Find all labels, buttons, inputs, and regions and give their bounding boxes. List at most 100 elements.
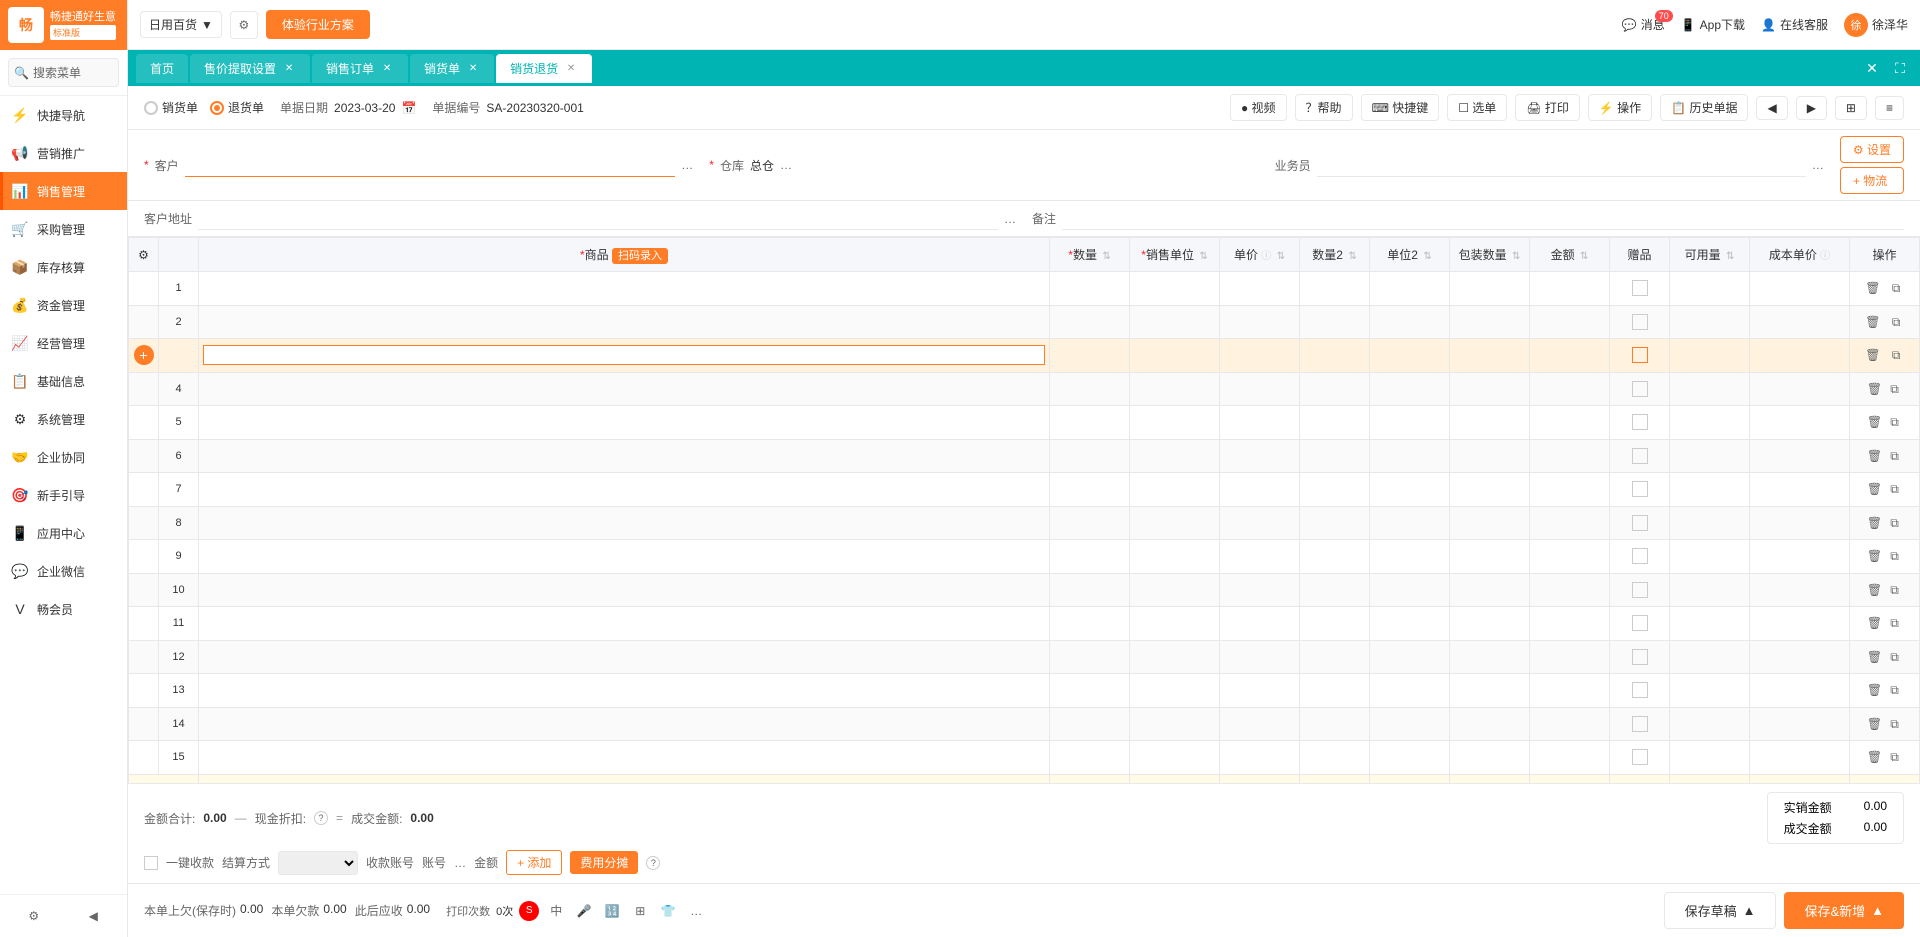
row-delete-btn[interactable]: 🗑 [1865,412,1885,432]
gift-checkbox[interactable] [1632,749,1648,765]
sidebar-item-purchase[interactable]: 🛒 采购管理 [0,210,127,248]
gift-checkbox[interactable] [1632,649,1648,665]
row-copy-btn[interactable]: ⧉ [1885,614,1905,634]
action-btn[interactable]: ⚡ 操作 [1588,94,1652,121]
list-view-btn[interactable]: ≡ [1875,96,1904,120]
row-qty2-cell[interactable] [1300,272,1370,306]
row-delete-btn[interactable]: 🗑 [1865,680,1885,700]
sidebar-item-wechat[interactable]: 💬 企业微信 [0,552,127,590]
row-pack-cell[interactable] [1450,339,1530,373]
row-add-button[interactable]: + [134,345,154,365]
row-copy-btn[interactable]: ⧉ [1885,513,1905,533]
gift-checkbox[interactable] [1632,381,1648,397]
row-copy-btn[interactable]: ⧉ [1885,413,1905,433]
tab-price-settings-close[interactable]: ✕ [282,61,296,75]
row-product-cell[interactable] [199,272,1050,306]
salesperson-input[interactable] [1317,154,1806,177]
row-cost-cell[interactable] [1750,272,1850,306]
topbar-settings-btn[interactable]: ⚙ [230,11,258,39]
row-copy-btn[interactable]: ⧉ [1886,279,1906,299]
row-price-cell[interactable] [1220,339,1300,373]
row-amount-cell[interactable] [1530,305,1610,339]
row-delete-btn[interactable]: 🗑 [1865,747,1885,767]
row-price-cell[interactable] [1220,305,1300,339]
video-btn[interactable]: ● 视频 [1230,94,1287,121]
row-pack-cell[interactable] [1450,272,1530,306]
row-qty-cell[interactable] [1050,339,1130,373]
search-menu-button[interactable]: 🔍 搜索菜单 [8,58,119,87]
row-copy-btn[interactable]: ⧉ [1885,446,1905,466]
row-copy-btn[interactable]: ⧉ [1886,312,1906,332]
address-input[interactable] [198,207,998,230]
row-avail-cell[interactable] [1670,339,1750,373]
row-qty-cell[interactable] [1050,305,1130,339]
gift-checkbox[interactable] [1632,716,1648,732]
gift-checkbox[interactable] [1632,448,1648,464]
company-dropdown[interactable]: 日用百货 ▼ [140,11,222,38]
row-price-cell[interactable] [1220,272,1300,306]
row-copy-btn[interactable]: ⧉ [1885,647,1905,667]
row-delete-btn[interactable]: 🗑 [1863,345,1883,365]
logistics-side-btn[interactable]: + 物流 [1840,167,1904,194]
gift-checkbox-active[interactable] [1632,347,1648,363]
sidebar-item-finance[interactable]: 💰 资金管理 [0,286,127,324]
trial-button[interactable]: 体验行业方案 [266,10,370,39]
tab-sales-return-close[interactable]: ✕ [564,61,578,75]
row-unit2-cell[interactable] [1370,339,1450,373]
tab-price-settings[interactable]: 售价提取设置 ✕ [190,54,310,83]
add-payment-btn[interactable]: + 添加 [506,850,562,875]
sidebar-item-basic[interactable]: 📋 基础信息 [0,362,127,400]
warehouse-dots[interactable]: … [780,158,792,172]
row-delete-btn[interactable]: 🗑 [1865,580,1885,600]
salesperson-dots[interactable]: … [1812,158,1824,172]
row-delete-btn[interactable]: 🗑 [1865,714,1885,734]
row-copy-btn[interactable]: ⧉ [1885,379,1905,399]
gift-checkbox[interactable] [1632,314,1648,330]
radio-sales-delivery[interactable]: 销货单 [144,99,198,116]
discount-help-icon[interactable]: ? [314,811,328,825]
remark-input[interactable] [1062,207,1904,230]
row-product-cell[interactable] [199,305,1050,339]
gift-checkbox[interactable] [1632,515,1648,531]
row-delete-btn[interactable]: 🗑 [1865,647,1885,667]
gift-checkbox[interactable] [1632,481,1648,497]
settings-side-btn[interactable]: ⚙ 设置 [1840,136,1904,163]
row-copy-btn[interactable]: ⧉ [1885,714,1905,734]
sidebar-item-apps[interactable]: 📱 应用中心 [0,514,127,552]
gift-checkbox[interactable] [1632,548,1648,564]
settlement-method-select[interactable] [278,851,358,875]
message-btn[interactable]: 💬 消息 70 [1622,16,1665,33]
tab-sales-delivery-close[interactable]: ✕ [466,61,480,75]
sidebar-item-newbie[interactable]: 🎯 新手引导 [0,476,127,514]
row-copy-btn[interactable]: ⧉ [1885,480,1905,500]
row-copy-btn[interactable]: ⧉ [1885,580,1905,600]
row-unit2-cell[interactable] [1370,272,1450,306]
row-delete-btn[interactable]: 🗑 [1865,513,1885,533]
prev-doc-btn[interactable]: ◀ [1756,96,1787,120]
row-copy-btn[interactable]: ⧉ [1886,346,1906,366]
row-copy-btn[interactable]: ⧉ [1885,748,1905,768]
row-cost-cell[interactable] [1750,339,1850,373]
address-dots[interactable]: … [1004,212,1016,226]
radio-sales-return[interactable]: 退货单 [210,99,264,116]
row-gift-cell[interactable] [1610,272,1670,306]
sidebar-settings-btn[interactable]: ⚙ [8,903,60,929]
tab-sales-order[interactable]: 销售订单 ✕ [312,54,408,83]
fee-split-help-icon[interactable]: ? [646,856,660,870]
row-qty2-cell[interactable] [1300,305,1370,339]
sidebar-item-member[interactable]: V 畅会员 [0,590,127,628]
row-delete-btn[interactable]: 🗑 [1865,613,1885,633]
print-btn[interactable]: 🖨 打印 [1515,94,1580,121]
gift-checkbox[interactable] [1632,414,1648,430]
row-qty2-cell[interactable] [1300,339,1370,373]
calculator-icon[interactable]: 🔢 [601,900,623,922]
row-unit-cell[interactable] [1130,305,1220,339]
row-avail-cell[interactable] [1670,272,1750,306]
tab-sales-delivery[interactable]: 销货单 ✕ [410,54,494,83]
customer-input[interactable] [185,154,676,177]
grid-icon[interactable]: ⊞ [629,900,651,922]
expand-tab-btn[interactable]: ⛶ [1888,56,1912,80]
select-btn[interactable]: ☐ 选单 [1447,94,1507,121]
row-avail-cell[interactable] [1670,305,1750,339]
shortcut-btn[interactable]: ⌨ 快捷键 [1361,94,1440,121]
